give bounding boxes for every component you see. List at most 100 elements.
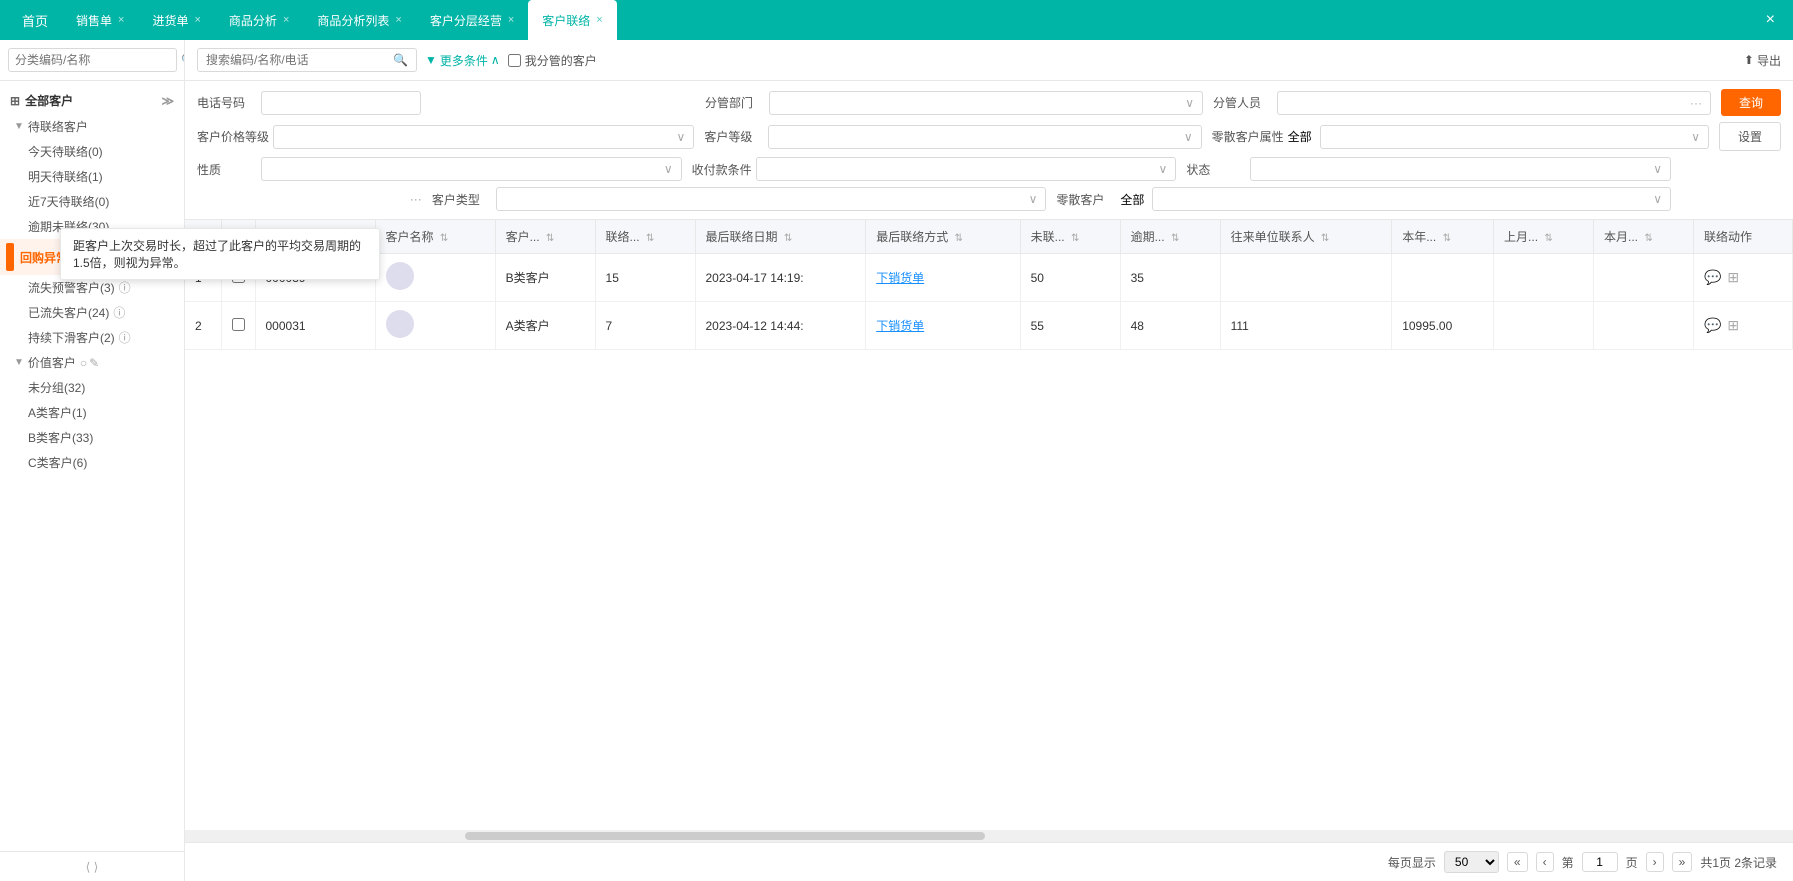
query-button[interactable]: 查询: [1721, 89, 1781, 116]
search-input[interactable]: [206, 53, 393, 67]
sort-icon-unit[interactable]: ⇅: [1321, 233, 1329, 244]
section-pending-contact[interactable]: ▼ 待联络客户: [0, 114, 184, 139]
sidebar-bottom: ⟨ ⟩: [0, 851, 184, 881]
close-customer-contact-tab[interactable]: ×: [596, 14, 602, 26]
export-button[interactable]: ⬆ 导出: [1744, 52, 1781, 69]
leaf-today-pending[interactable]: 今天待联络(0): [0, 139, 184, 164]
nav-purchase[interactable]: 进货单 ×: [138, 0, 214, 40]
cell-this-month: [1594, 302, 1694, 350]
leaf-class-a[interactable]: A类客户(1): [0, 400, 184, 425]
info-icon-churn[interactable]: ⓘ: [119, 279, 131, 296]
leaf-churned[interactable]: 已流失客户(24) ⓘ: [0, 300, 184, 325]
sort-icon-method[interactable]: ⇅: [955, 233, 963, 244]
contact-method-link[interactable]: 下销货单: [876, 271, 924, 285]
sidebar-search-input[interactable]: [8, 48, 177, 72]
sort-icon-date[interactable]: ⇅: [784, 233, 792, 244]
payment-select[interactable]: ∨: [756, 157, 1177, 181]
customer-level-select[interactable]: ∨: [768, 125, 1201, 149]
retail-attr-select[interactable]: ∨: [1320, 125, 1709, 149]
close-customer-tier-tab[interactable]: ×: [508, 14, 514, 26]
search-icon[interactable]: 🔍: [393, 53, 408, 67]
sort-icon-name[interactable]: ⇅: [440, 233, 448, 244]
sort-icon-overdue[interactable]: ⇅: [1171, 233, 1179, 244]
edit-icon2-value[interactable]: ✎: [89, 356, 99, 370]
branch-dept-select[interactable]: ∨: [769, 91, 1203, 115]
sort-icon-lmonth[interactable]: ⇅: [1544, 233, 1552, 244]
nav-analysis[interactable]: 商品分析 ×: [215, 0, 303, 40]
horizontal-scrollbar[interactable]: [185, 830, 1793, 842]
nav-sales[interactable]: 销售单 ×: [62, 0, 138, 40]
branch-person-select[interactable]: ···: [1277, 91, 1711, 115]
leaf-ungrouped[interactable]: 未分组(32): [0, 375, 184, 400]
page-number-input[interactable]: [1582, 852, 1618, 872]
cell-method: 下销货单: [866, 302, 1020, 350]
edit-icon-value[interactable]: ○: [80, 356, 87, 370]
more-dots[interactable]: ···: [410, 192, 422, 206]
sort-icon-uncontacted[interactable]: ⇅: [1071, 233, 1079, 244]
leaf-class-b[interactable]: B类客户(33): [0, 425, 184, 450]
sort-icon-tmonth[interactable]: ⇅: [1644, 233, 1652, 244]
cell-this-month: [1594, 254, 1694, 302]
info-icon-declining[interactable]: ⓘ: [119, 329, 131, 346]
cell-checkbox[interactable]: [221, 302, 255, 350]
retail-customer-select[interactable]: ∨: [1152, 187, 1671, 211]
sort-icon-type[interactable]: ⇅: [546, 233, 554, 244]
pagination: 每页显示 50 20 100 « ‹ 第 页 › » 共1页 2条记录: [185, 842, 1793, 881]
chat-icon[interactable]: 💬: [1704, 269, 1721, 286]
price-level-select[interactable]: ∨: [273, 125, 694, 149]
nav-analysis-list[interactable]: 商品分析列表 ×: [303, 0, 415, 40]
cell-overdue: 35: [1120, 254, 1220, 302]
col-last-contact-method: 最后联络方式 ⇅: [866, 220, 1020, 254]
info-icon-churned[interactable]: ⓘ: [113, 304, 125, 321]
contact-method-link[interactable]: 下销货单: [876, 319, 924, 333]
window-close-button[interactable]: ×: [1756, 11, 1785, 29]
nav-customer-tier[interactable]: 客户分层经营 ×: [416, 0, 528, 40]
customer-type-select[interactable]: ∨: [496, 187, 1047, 211]
prev-page-btn[interactable]: ‹: [1536, 852, 1554, 872]
next-page-btn[interactable]: ›: [1646, 852, 1664, 872]
sort-icon-contact[interactable]: ⇅: [646, 233, 654, 244]
leaf-tomorrow-pending[interactable]: 明天待联络(1): [0, 164, 184, 189]
cell-contact: 15: [595, 254, 695, 302]
leaf-class-c[interactable]: C类客户(6): [0, 450, 184, 475]
status-select[interactable]: ∨: [1250, 157, 1671, 181]
sidebar-tree: ⊞ 全部客户 ≫ ▼ 待联络客户 今天待联络(0) 明天待联络(1) 近7天待联…: [0, 81, 184, 851]
settings-button[interactable]: 设置: [1719, 122, 1781, 151]
my-customer-checkbox[interactable]: [508, 54, 521, 67]
field-customer-type: 客户类型 ∨: [432, 187, 1047, 211]
cell-this-year: 10995.00: [1392, 302, 1494, 350]
close-sales-tab[interactable]: ×: [118, 14, 124, 26]
sidebar-collapse-btn[interactable]: ≫: [161, 94, 174, 108]
col-customer-type: 客户... ⇅: [495, 220, 595, 254]
tree-root-all-customers[interactable]: ⊞ 全部客户 ≫: [0, 87, 184, 114]
close-analysis-list-tab[interactable]: ×: [395, 14, 401, 26]
leaf-7day-pending[interactable]: 近7天待联络(0): [0, 189, 184, 214]
col-last-contact-date: 最后联络日期 ⇅: [695, 220, 866, 254]
leaf-declining[interactable]: 持续下滑客户(2) ⓘ: [0, 325, 184, 350]
filter-icon: ▼: [425, 53, 437, 67]
chevron-icon: ∧: [491, 53, 500, 67]
nav-home[interactable]: 首页: [8, 0, 62, 40]
nav-customer-contact[interactable]: 客户联络 ×: [528, 0, 616, 40]
section-value-customers[interactable]: ▼ 价值客户 ○ ✎: [0, 350, 184, 375]
gender-select[interactable]: ∨: [261, 157, 682, 181]
grid-action-icon[interactable]: ⊞: [1727, 317, 1739, 334]
grid-action-icon[interactable]: ⊞: [1727, 269, 1739, 286]
first-page-btn[interactable]: «: [1507, 852, 1528, 872]
col-this-month: 本月... ⇅: [1594, 220, 1694, 254]
expand-collapse-icon[interactable]: ⟨ ⟩: [86, 860, 99, 874]
cell-uncontacted: 55: [1020, 302, 1120, 350]
row-checkbox[interactable]: [232, 318, 245, 331]
phone-input[interactable]: [261, 91, 421, 115]
chat-icon[interactable]: 💬: [1704, 317, 1721, 334]
scrollbar-thumb[interactable]: [465, 832, 985, 840]
cell-last-month: [1494, 254, 1594, 302]
cell-uncontacted: 50: [1020, 254, 1120, 302]
sort-icon-year[interactable]: ⇅: [1443, 233, 1451, 244]
more-conditions-btn[interactable]: ▼ 更多条件 ∧: [425, 52, 500, 69]
last-page-btn[interactable]: »: [1672, 852, 1693, 872]
close-analysis-tab[interactable]: ×: [283, 14, 289, 26]
table-header-row: ⚙ 客户编码 ⇅ 客户名称 ⇅: [185, 220, 1793, 254]
close-purchase-tab[interactable]: ×: [194, 14, 200, 26]
per-page-select[interactable]: 50 20 100: [1444, 851, 1499, 873]
